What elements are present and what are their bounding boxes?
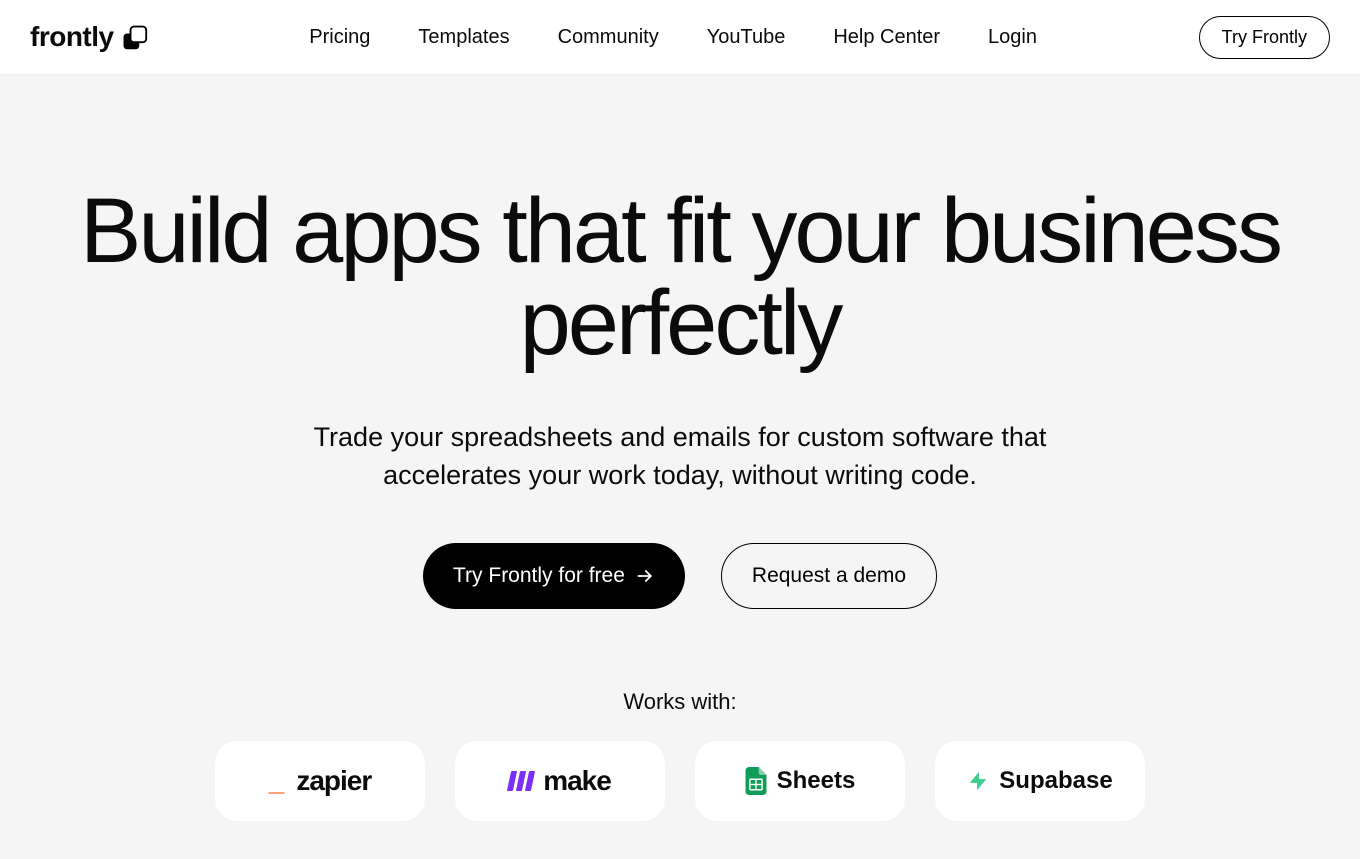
try-free-button[interactable]: Try Frontly for free <box>423 543 685 609</box>
nav-templates[interactable]: Templates <box>418 26 509 49</box>
request-demo-button[interactable]: Request a demo <box>721 543 937 609</box>
sheets-icon <box>745 767 767 795</box>
nav-youtube[interactable]: YouTube <box>707 26 786 49</box>
hero-subhead: Trade your spreadsheets and emails for c… <box>270 419 1090 495</box>
try-free-label: Try Frontly for free <box>453 564 625 588</box>
nav-community[interactable]: Community <box>558 26 659 49</box>
hero-section: Build apps that fit your business perfec… <box>0 75 1360 821</box>
site-header: frontly Pricing Templates Community YouT… <box>0 0 1360 75</box>
integration-make: make <box>455 741 665 821</box>
supabase-label: Supabase <box>999 767 1112 795</box>
brand-logo[interactable]: frontly <box>30 21 148 53</box>
sheets-label: Sheets <box>777 767 856 795</box>
nav-login[interactable]: Login <box>988 26 1037 49</box>
primary-nav: Pricing Templates Community YouTube Help… <box>309 26 1037 49</box>
zapier-label: zapier <box>296 765 371 797</box>
nav-pricing[interactable]: Pricing <box>309 26 370 49</box>
make-label: make <box>543 765 611 797</box>
integration-supabase: Supabase <box>935 741 1145 821</box>
brand-mark-icon <box>120 23 148 51</box>
works-with-title: Works with: <box>80 689 1280 715</box>
try-frontly-button[interactable]: Try Frontly <box>1199 16 1330 59</box>
cta-row: Try Frontly for free Request a demo <box>80 543 1280 609</box>
integration-sheets: Sheets <box>695 741 905 821</box>
brand-name: frontly <box>30 21 114 53</box>
works-with-section: Works with: _ zapier make Sheets <box>80 689 1280 821</box>
hero-headline: Build apps that fit your business perfec… <box>80 185 1280 369</box>
works-with-row: _ zapier make Sheets <box>80 741 1280 821</box>
nav-help-center[interactable]: Help Center <box>833 26 940 49</box>
make-icon <box>507 771 535 791</box>
arrow-right-icon <box>635 566 655 586</box>
zapier-icon: _ <box>269 765 285 797</box>
integration-zapier: _ zapier <box>215 741 425 821</box>
supabase-icon <box>967 769 989 793</box>
